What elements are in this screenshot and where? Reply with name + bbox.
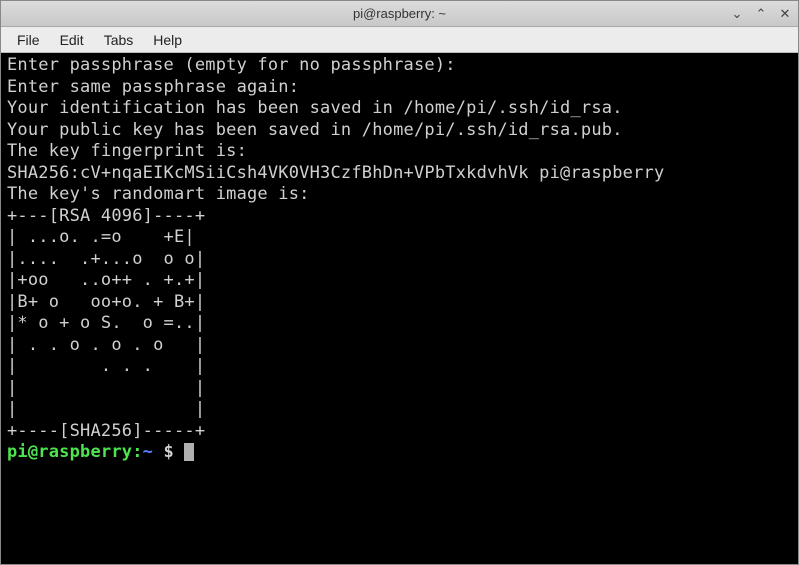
titlebar[interactable]: pi@raspberry: ~ ⌄ ⌃ ✕ — [1, 1, 798, 27]
terminal-line: |+oo ..o++ . +.+| — [7, 270, 205, 290]
close-icon[interactable]: ✕ — [778, 7, 792, 20]
terminal-line: |* o + o S. o =..| — [7, 313, 205, 333]
cursor — [184, 443, 194, 461]
prompt-userhost: pi@raspberry — [7, 442, 132, 462]
terminal-line: SHA256:cV+nqaEIKcMSiiCsh4VK0VH3CzfBhDn+V… — [7, 163, 664, 183]
terminal-line: |B+ o oo+o. + B+| — [7, 292, 205, 312]
prompt-colon: : — [132, 442, 142, 462]
terminal-line: |.... .+...o o o| — [7, 249, 205, 269]
menu-tabs[interactable]: Tabs — [96, 30, 142, 50]
prompt-cwd: ~ — [143, 442, 153, 462]
window-title: pi@raspberry: ~ — [353, 6, 446, 21]
terminal-line: | . . o . o . o | — [7, 335, 205, 355]
prompt-symbol: $ — [164, 442, 174, 462]
window-controls: ⌄ ⌃ ✕ — [730, 1, 792, 26]
menu-file[interactable]: File — [9, 30, 48, 50]
menubar: File Edit Tabs Help — [1, 27, 798, 53]
terminal-line: | | — [7, 378, 205, 398]
terminal-window: pi@raspberry: ~ ⌄ ⌃ ✕ File Edit Tabs Hel… — [0, 0, 799, 565]
terminal-line: The key fingerprint is: — [7, 141, 247, 161]
menu-help[interactable]: Help — [145, 30, 190, 50]
terminal-line: Enter passphrase (empty for no passphras… — [7, 55, 456, 75]
maximize-icon[interactable]: ⌃ — [754, 7, 768, 20]
terminal-line: | . . . | — [7, 356, 205, 376]
terminal-line: | ...o. .=o +E| — [7, 227, 195, 247]
terminal-line: +----[SHA256]-----+ — [7, 421, 205, 441]
terminal-line: The key's randomart image is: — [7, 184, 310, 204]
menu-edit[interactable]: Edit — [52, 30, 92, 50]
terminal-line: +---[RSA 4096]----+ — [7, 206, 205, 226]
minimize-icon[interactable]: ⌄ — [730, 7, 744, 20]
terminal-output[interactable]: Enter passphrase (empty for no passphras… — [1, 53, 798, 564]
terminal-line: Your identification has been saved in /h… — [7, 98, 623, 118]
terminal-line: | | — [7, 399, 205, 419]
terminal-line: Your public key has been saved in /home/… — [7, 120, 623, 140]
terminal-line: Enter same passphrase again: — [7, 77, 299, 97]
